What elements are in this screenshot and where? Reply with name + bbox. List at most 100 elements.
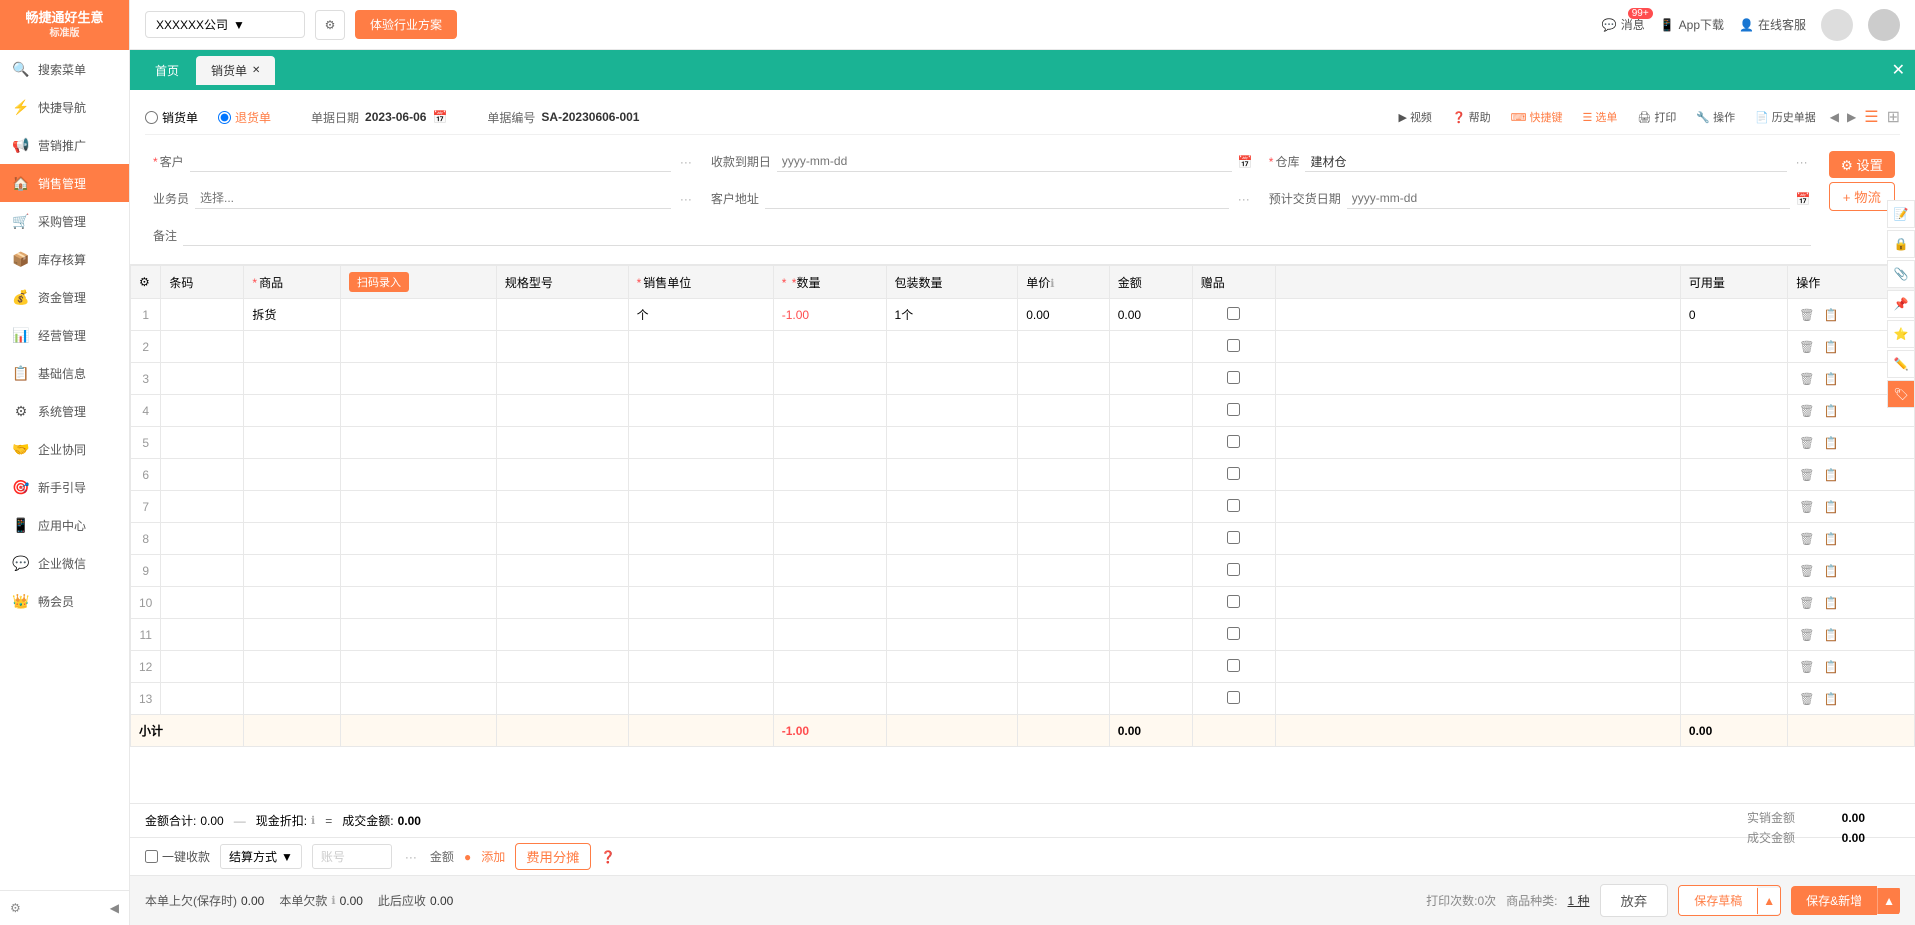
gift-checkbox[interactable]	[1227, 659, 1240, 672]
sidebar-item-system[interactable]: ⚙ 系统管理	[0, 392, 129, 430]
product-cell[interactable]	[244, 651, 341, 683]
copy-icon[interactable]: 📋	[1821, 372, 1842, 386]
warehouse-input[interactable]	[1305, 151, 1786, 172]
delete-icon[interactable]: 🗑	[1796, 692, 1817, 706]
product-cell[interactable]	[244, 555, 341, 587]
print-btn[interactable]: 🖨 打印	[1631, 106, 1682, 128]
delete-icon[interactable]: 🗑	[1796, 596, 1817, 610]
account-more-btn[interactable]: ···	[402, 850, 420, 864]
qty-cell[interactable]	[773, 331, 886, 363]
notes-input[interactable]	[183, 225, 1811, 246]
total-owe-info[interactable]: ℹ	[331, 894, 335, 907]
unit-cell[interactable]	[628, 459, 773, 491]
unit-price-cell[interactable]	[1018, 363, 1110, 395]
col-settings[interactable]: ⚙	[131, 266, 161, 299]
qty-cell[interactable]	[773, 619, 886, 651]
delete-icon[interactable]: 🗑	[1796, 564, 1817, 578]
close-all-button[interactable]: ✕	[1892, 60, 1905, 80]
unit-cell[interactable]	[628, 683, 773, 715]
sidebar-item-marketing[interactable]: 📢 营销推广	[0, 126, 129, 164]
unit-cell[interactable]	[628, 651, 773, 683]
company-selector[interactable]: XXXXXX公司 ▼	[145, 11, 305, 38]
history-btn[interactable]: 📄 历史单据	[1749, 106, 1822, 128]
pkg-qty-cell[interactable]	[886, 619, 1018, 651]
barcode-cell[interactable]	[161, 619, 244, 651]
help-btn[interactable]: ❓ 帮助	[1446, 106, 1497, 128]
fee-split-btn[interactable]: 费用分摊	[515, 843, 590, 870]
delete-icon[interactable]: 🗑	[1796, 628, 1817, 642]
tab-close-icon[interactable]: ✕	[252, 65, 260, 76]
grid-view-btn[interactable]: ⊞	[1887, 107, 1900, 127]
payment-due-calendar[interactable]: 📅	[1238, 155, 1253, 169]
delete-icon[interactable]: 🗑	[1796, 532, 1817, 546]
pkg-qty-cell[interactable]	[886, 459, 1018, 491]
amount-cell[interactable]	[1109, 427, 1192, 459]
radio-return-input[interactable]	[218, 111, 231, 124]
spec-cell[interactable]	[496, 331, 628, 363]
gift-checkbox[interactable]	[1227, 499, 1240, 512]
unit-price-cell[interactable]	[1018, 459, 1110, 491]
barcode-cell[interactable]	[161, 363, 244, 395]
settings-right-btn[interactable]: ⚙ 设置	[1829, 151, 1895, 178]
salesperson-input[interactable]	[195, 188, 671, 209]
sidebar-item-vip[interactable]: 👑 畅会员	[0, 582, 129, 620]
barcode-cell[interactable]	[161, 459, 244, 491]
gift-cell[interactable]	[1192, 331, 1275, 363]
unit-cell[interactable]	[628, 363, 773, 395]
operate-btn[interactable]: 🔧 操作	[1690, 106, 1741, 128]
expected-delivery-calendar[interactable]: 📅	[1796, 192, 1811, 206]
spec-cell[interactable]	[496, 523, 628, 555]
delete-icon[interactable]: 🗑	[1796, 404, 1817, 418]
qty-cell[interactable]	[773, 587, 886, 619]
product-cell[interactable]	[244, 523, 341, 555]
prev-btn[interactable]: ◀	[1830, 110, 1839, 124]
sidebar-item-management[interactable]: 📊 经营管理	[0, 316, 129, 354]
unit-cell[interactable]: 个	[628, 299, 773, 331]
one-click-checkbox[interactable]	[145, 850, 158, 863]
payment-due-input[interactable]	[777, 151, 1232, 172]
gift-checkbox[interactable]	[1227, 339, 1240, 352]
gift-checkbox[interactable]	[1227, 595, 1240, 608]
unit-cell[interactable]	[628, 555, 773, 587]
unit-price-cell[interactable]	[1018, 651, 1110, 683]
sidebar-item-apps[interactable]: 📱 应用中心	[0, 506, 129, 544]
pkg-qty-cell[interactable]: 1个	[886, 299, 1018, 331]
scan-btn[interactable]: 扫码录入	[349, 272, 409, 292]
amount-cell[interactable]	[1109, 331, 1192, 363]
address-more-btn[interactable]: ···	[1235, 192, 1253, 206]
delete-icon[interactable]: 🗑	[1796, 308, 1817, 322]
app-download-link[interactable]: 📱 App下载	[1660, 16, 1724, 33]
product-cell[interactable]	[244, 619, 341, 651]
unit-cell[interactable]	[628, 523, 773, 555]
pkg-qty-cell[interactable]	[886, 395, 1018, 427]
copy-icon[interactable]: 📋	[1821, 692, 1842, 706]
qty-cell[interactable]	[773, 427, 886, 459]
right-float-orange[interactable]: 🏷	[1887, 380, 1915, 408]
qty-cell[interactable]	[773, 555, 886, 587]
spec-cell[interactable]	[496, 363, 628, 395]
pkg-qty-cell[interactable]	[886, 523, 1018, 555]
qty-cell[interactable]	[773, 683, 886, 715]
barcode-cell[interactable]	[161, 491, 244, 523]
barcode-cell[interactable]	[161, 331, 244, 363]
amount-cell[interactable]	[1109, 651, 1192, 683]
gift-checkbox[interactable]	[1227, 371, 1240, 384]
unit-price-cell[interactable]	[1018, 331, 1110, 363]
list-view-btn[interactable]: ☰	[1864, 107, 1878, 127]
video-btn[interactable]: ▶ 视频	[1392, 106, 1437, 128]
unit-price-cell[interactable]: 0.00	[1018, 299, 1110, 331]
customer-address-input[interactable]	[765, 188, 1229, 209]
right-float-notes[interactable]: 📝	[1887, 200, 1915, 228]
gift-checkbox[interactable]	[1227, 691, 1240, 704]
barcode-cell[interactable]	[161, 299, 244, 331]
col-scan[interactable]: 扫码录入	[340, 266, 496, 299]
sidebar-item-sales[interactable]: 🏠 销售管理	[0, 164, 129, 202]
shortcut-btn[interactable]: ⌨ 快捷键	[1505, 106, 1569, 128]
gift-checkbox[interactable]	[1227, 435, 1240, 448]
delete-icon[interactable]: 🗑	[1796, 500, 1817, 514]
online-service-link[interactable]: 👤 在线客服	[1739, 16, 1806, 33]
copy-icon[interactable]: 📋	[1821, 308, 1842, 322]
spec-cell[interactable]	[496, 651, 628, 683]
select-btn[interactable]: ☰ 选单	[1577, 106, 1624, 128]
logistics-right-btn[interactable]: + 物流	[1829, 182, 1895, 211]
